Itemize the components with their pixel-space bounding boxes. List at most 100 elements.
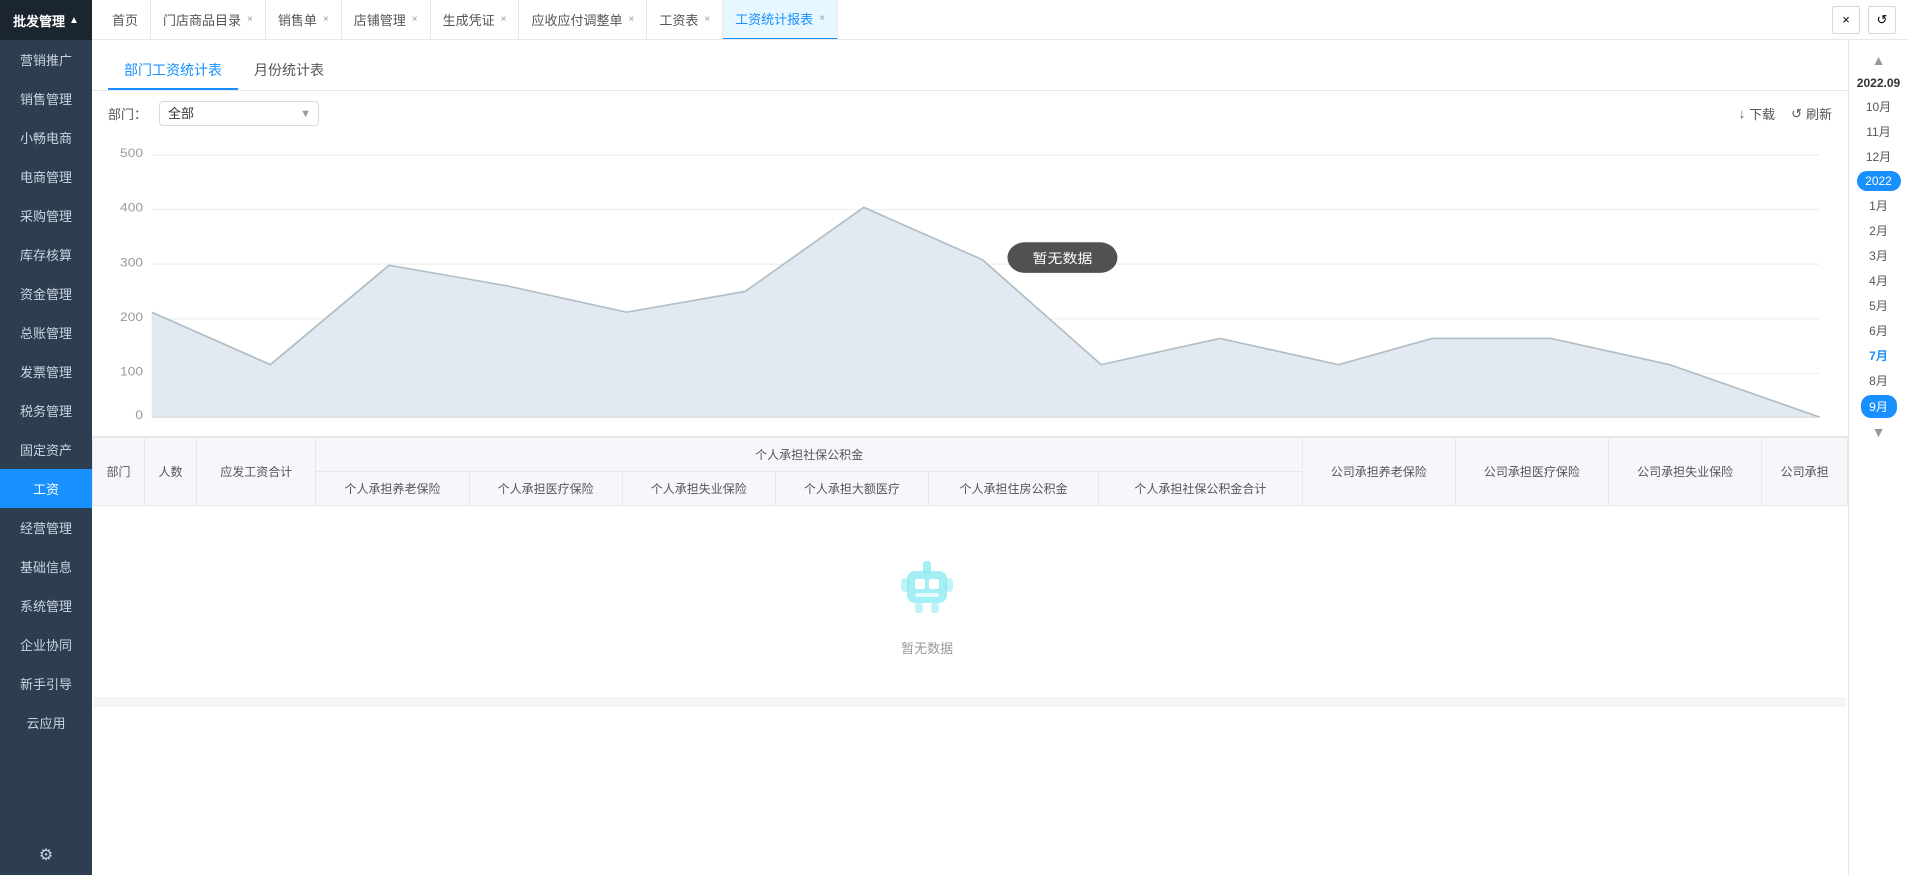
- sidebar-item-基础信息[interactable]: 基础信息: [0, 547, 92, 586]
- tab-close-icon[interactable]: ×: [323, 14, 329, 25]
- sidebar: 批发管理 ▲ 营销推广销售管理小畅电商电商管理采购管理库存核算资金管理总账管理发…: [0, 0, 92, 875]
- sidebar-item-税务管理[interactable]: 税务管理: [0, 391, 92, 430]
- tab-label: 门店商品目录: [163, 10, 241, 29]
- table-area[interactable]: 部门 人数 应发工资合计 个人承担社保公积金 公司承担养老保险 公司承担医疗保险…: [92, 436, 1848, 875]
- tab-dept-stats[interactable]: 部门工资统计表: [108, 52, 238, 90]
- tab-close-icon[interactable]: ×: [412, 14, 418, 25]
- page-content: 部门工资统计表 月份统计表 部门： 全部 ▼ ↓: [92, 40, 1848, 875]
- sidebar-item-采购管理[interactable]: 采购管理: [0, 196, 92, 235]
- tab-close-icon[interactable]: ×: [704, 14, 710, 25]
- tab-label: 店铺管理: [354, 10, 406, 29]
- tab-门店商品目录[interactable]: 门店商品目录 ×: [151, 0, 266, 40]
- th-personal-unemploy: 个人承担失业保险: [622, 472, 775, 506]
- tab-close-icon[interactable]: ×: [501, 14, 507, 25]
- svg-text:0: 0: [135, 408, 143, 422]
- th-company-more: 公司承担: [1762, 438, 1848, 506]
- timeline-year-2022[interactable]: 2022: [1857, 171, 1901, 191]
- empty-message: 暂无数据: [901, 638, 953, 657]
- refresh-tabs-button[interactable]: ↺: [1868, 6, 1896, 34]
- sidebar-item-云应用[interactable]: 云应用: [0, 703, 92, 742]
- dept-label: 部门：: [108, 104, 147, 123]
- tab-工资表[interactable]: 工资表×: [647, 0, 723, 40]
- timeline-month-9-active[interactable]: 9月: [1861, 395, 1897, 418]
- th-personal-house: 个人承担住房公积金: [929, 472, 1099, 506]
- timeline-month-12[interactable]: 12月: [1849, 144, 1908, 169]
- sidebar-item-企业协同[interactable]: 企业协同: [0, 625, 92, 664]
- refresh-icon: ↺: [1791, 106, 1802, 122]
- timeline-month-11[interactable]: 11月: [1849, 119, 1908, 144]
- download-button[interactable]: ↓ 下载: [1739, 104, 1776, 123]
- data-table: 部门 人数 应发工资合计 个人承担社保公积金 公司承担养老保险 公司承担医疗保险…: [92, 437, 1848, 697]
- svg-text:200: 200: [120, 310, 143, 324]
- timeline-month-3[interactable]: 3月: [1849, 243, 1908, 268]
- tab-销售单[interactable]: 销售单 ×: [266, 0, 342, 40]
- timeline-nav-down[interactable]: ▼: [1872, 420, 1886, 444]
- tab-首页[interactable]: 首页: [100, 0, 151, 40]
- th-company-unemploy: 公司承担失业保险: [1609, 438, 1762, 506]
- tab-label: 首页: [112, 10, 138, 29]
- empty-robot-icon: [887, 546, 967, 626]
- sidebar-item-固定资产[interactable]: 固定资产: [0, 430, 92, 469]
- sidebar-title: 批发管理: [13, 11, 65, 30]
- content-area: 部门工资统计表 月份统计表 部门： 全部 ▼ ↓: [92, 40, 1908, 875]
- sidebar-header: 批发管理 ▲: [0, 0, 92, 40]
- tab-label: 生成凭证: [443, 10, 495, 29]
- tab-label: 工资统计报表: [735, 9, 813, 28]
- sub-tabs: 部门工资统计表 月份统计表: [92, 40, 1848, 91]
- sidebar-item-系统管理[interactable]: 系统管理: [0, 586, 92, 625]
- dept-select[interactable]: 全部: [159, 101, 319, 126]
- sidebar-item-销售管理[interactable]: 销售管理: [0, 79, 92, 118]
- sidebar-item-总账管理[interactable]: 总账管理: [0, 313, 92, 352]
- timeline-month-4[interactable]: 4月: [1849, 268, 1908, 293]
- close-all-button[interactable]: ×: [1832, 6, 1860, 34]
- tab-店铺管理[interactable]: 店铺管理 ×: [342, 0, 431, 40]
- timeline-month-6[interactable]: 6月: [1849, 318, 1908, 343]
- download-icon: ↓: [1739, 106, 1746, 121]
- tab-应收应付调整单[interactable]: 应收应付调整单 ×: [519, 0, 647, 40]
- timeline-month-5[interactable]: 5月: [1849, 293, 1908, 318]
- sidebar-items: 营销推广销售管理小畅电商电商管理采购管理库存核算资金管理总账管理发票管理税务管理…: [0, 40, 92, 742]
- timeline-month-8[interactable]: 8月: [1849, 368, 1908, 393]
- tab-label: 销售单: [278, 10, 317, 29]
- th-salary-total: 应发工资合计: [197, 438, 316, 506]
- timeline-month-2[interactable]: 2月: [1849, 218, 1908, 243]
- chart-svg: 500 400 300 200 100 0: [108, 144, 1832, 428]
- sidebar-item-库存核算[interactable]: 库存核算: [0, 235, 92, 274]
- sidebar-item-营销推广[interactable]: 营销推广: [0, 40, 92, 79]
- toolbar-left: 部门： 全部 ▼: [108, 101, 319, 126]
- refresh-button[interactable]: ↺ 刷新: [1791, 104, 1832, 123]
- tab-close-icon[interactable]: ×: [247, 14, 253, 25]
- sidebar-item-小畅电商[interactable]: 小畅电商: [0, 118, 92, 157]
- sidebar-item-新手引导[interactable]: 新手引导: [0, 664, 92, 703]
- sidebar-item-经营管理[interactable]: 经营管理: [0, 508, 92, 547]
- sidebar-item-资金管理[interactable]: 资金管理: [0, 274, 92, 313]
- svg-text:400: 400: [120, 201, 143, 215]
- tab-生成凭证[interactable]: 生成凭证 ×: [431, 0, 520, 40]
- th-company-pension: 公司承担养老保险: [1302, 438, 1455, 506]
- sidebar-item-工资[interactable]: 工资: [0, 469, 92, 508]
- sidebar-footer: ⚙: [0, 835, 92, 875]
- th-personal-pension: 个人承担养老保险: [316, 472, 469, 506]
- h-scrollbar[interactable]: [94, 697, 1846, 707]
- toolbar: 部门： 全部 ▼ ↓ 下载 ↺ 刷新: [92, 91, 1848, 136]
- timeline-month-10[interactable]: 10月: [1849, 94, 1908, 119]
- svg-text:500: 500: [120, 146, 143, 160]
- th-personal-group: 个人承担社保公积金: [316, 438, 1302, 472]
- dept-select-wrap: 全部 ▼: [159, 101, 319, 126]
- timeline-nav-up[interactable]: ▲: [1872, 48, 1886, 72]
- tab-close-icon[interactable]: ×: [628, 14, 634, 25]
- tab-label: 应收应付调整单: [531, 10, 622, 29]
- tab-工资统计报表[interactable]: 工资统计报表 ×: [723, 0, 838, 40]
- timeline-month-1[interactable]: 1月: [1849, 193, 1908, 218]
- timeline-panel: ▲ 2022.09 10月 11月 12月 2022 1月 2月 3月 4月 5…: [1848, 40, 1908, 875]
- timeline-year-label: 2022.09: [1857, 72, 1900, 94]
- sidebar-item-发票管理[interactable]: 发票管理: [0, 352, 92, 391]
- sidebar-item-电商管理[interactable]: 电商管理: [0, 157, 92, 196]
- tab-close-icon[interactable]: ×: [819, 13, 825, 24]
- tab-monthly-stats[interactable]: 月份统计表: [238, 52, 340, 90]
- th-dept: 部门: [93, 438, 145, 506]
- timeline-month-7[interactable]: 7月: [1849, 343, 1908, 368]
- svg-text:暂无数据: 暂无数据: [1032, 251, 1092, 266]
- main-area: 首页门店商品目录×销售单×店铺管理×生成凭证×应收应付调整单×工资表×工资统计报…: [92, 0, 1908, 875]
- gear-icon[interactable]: ⚙: [39, 847, 53, 864]
